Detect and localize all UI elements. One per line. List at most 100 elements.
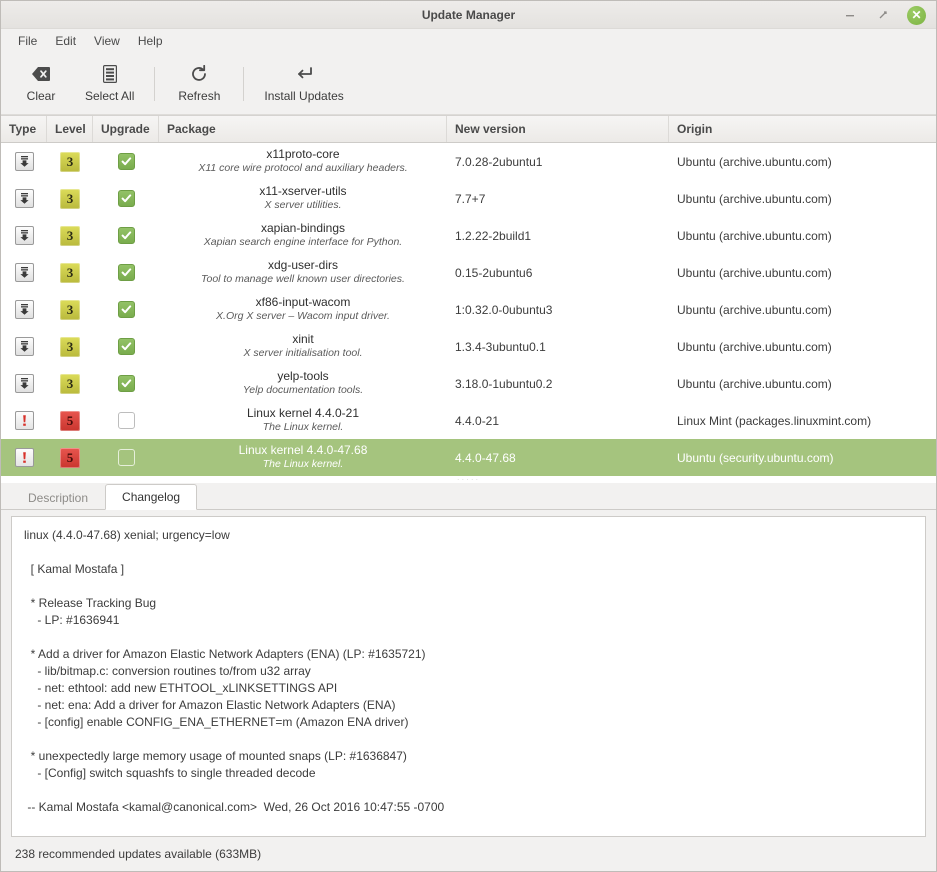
- column-header-origin[interactable]: Origin: [669, 116, 936, 142]
- table-row[interactable]: 3 x11proto-core X11 core wire protocol and…: [1, 143, 936, 180]
- cell-upgrade[interactable]: [93, 291, 159, 328]
- upgrade-checkbox[interactable]: [117, 190, 135, 207]
- table-row[interactable]: 3 xf86-input-wacom X.Org X server – Wacom …: [1, 291, 936, 328]
- status-bar-text: 238 recommended updates available (633MB…: [15, 847, 262, 861]
- package-name: x11-xserver-utils: [259, 184, 347, 199]
- cell-package: xinit X server initialisation tool.: [159, 328, 447, 365]
- cell-upgrade[interactable]: [93, 402, 159, 439]
- cell-type: [1, 143, 47, 180]
- select-all-button[interactable]: Select All: [75, 60, 144, 107]
- cell-new-version: 1:0.32.0-0ubuntu3: [447, 291, 669, 328]
- table-header-row: Type Level Upgrade Package New version O…: [1, 116, 936, 143]
- upgrade-checkbox[interactable]: [117, 264, 135, 281]
- package-name: xinit: [292, 332, 314, 347]
- clear-button-label: Clear: [26, 89, 56, 103]
- cell-package: Linux kernel 4.4.0-21 The Linux kernel.: [159, 402, 447, 439]
- new-version-text: 7.0.28-2ubuntu1: [455, 154, 543, 169]
- column-header-new-version[interactable]: New version: [447, 116, 669, 142]
- cell-upgrade[interactable]: [93, 143, 159, 180]
- cell-origin: Ubuntu (archive.ubuntu.com): [669, 254, 936, 291]
- upgrade-checkbox[interactable]: [117, 449, 135, 466]
- package-name: x11proto-core: [266, 147, 340, 162]
- upgrade-checkbox[interactable]: [117, 301, 135, 318]
- cell-level: 3: [47, 365, 93, 402]
- package-name: Linux kernel 4.4.0-47.68: [238, 443, 368, 458]
- cell-type: [1, 217, 47, 254]
- menu-item-view[interactable]: View: [85, 31, 129, 51]
- refresh-button[interactable]: Refresh: [165, 60, 233, 107]
- column-header-upgrade[interactable]: Upgrade: [93, 116, 159, 142]
- close-icon[interactable]: ✕: [907, 5, 926, 25]
- cell-new-version: 1.3.4-3ubuntu0.1: [447, 328, 669, 365]
- column-header-type[interactable]: Type: [1, 116, 47, 142]
- menu-item-help[interactable]: Help: [129, 31, 172, 51]
- level-badge: 3: [60, 188, 80, 209]
- upgrade-checkbox[interactable]: [117, 375, 135, 392]
- cell-package: x11-xserver-utils X server utilities.: [159, 180, 447, 217]
- package-name: Linux kernel 4.4.0-21: [246, 406, 360, 421]
- updates-table: Type Level Upgrade Package New version O…: [1, 115, 936, 483]
- table-row[interactable]: 3 xapian-bindings Xapian search engine int…: [1, 217, 936, 254]
- cell-upgrade[interactable]: [93, 254, 159, 291]
- cell-origin: Ubuntu (archive.ubuntu.com): [669, 365, 936, 402]
- cell-upgrade[interactable]: [93, 328, 159, 365]
- changelog-panel[interactable]: linux (4.4.0-47.68) xenial; urgency=low …: [11, 516, 926, 837]
- menu-item-edit[interactable]: Edit: [46, 31, 85, 51]
- package-description: X server initialisation tool.: [243, 347, 363, 360]
- upgrade-checkbox[interactable]: [117, 338, 135, 355]
- refresh-circular-arrow-icon: [190, 64, 208, 84]
- download-icon: [14, 374, 34, 393]
- minimize-icon[interactable]: [841, 6, 859, 24]
- table-partial-row-indicator: ·····: [1, 475, 936, 483]
- refresh-button-label: Refresh: [178, 89, 221, 103]
- cell-upgrade[interactable]: [93, 217, 159, 254]
- table-row[interactable]: 3 xinit X server initialisation tool. 1.3.4…: [1, 328, 936, 365]
- upgrade-checkbox[interactable]: [117, 153, 135, 170]
- window-controls: ✕: [841, 1, 926, 29]
- tab-changelog[interactable]: Changelog: [105, 484, 198, 510]
- download-icon: [14, 189, 34, 208]
- level-badge: 3: [60, 373, 80, 394]
- cell-upgrade[interactable]: [93, 365, 159, 402]
- cell-package: xf86-input-wacom X.Org X server – Wacom i…: [159, 291, 447, 328]
- cell-upgrade[interactable]: [93, 180, 159, 217]
- clear-button[interactable]: Clear: [7, 60, 75, 107]
- new-version-text: 4.4.0-21: [455, 413, 500, 428]
- upgrade-checkbox[interactable]: [117, 412, 135, 429]
- partial-row-dots: ·····: [456, 475, 481, 483]
- origin-text: Ubuntu (archive.ubuntu.com): [677, 154, 832, 169]
- cell-type: [1, 291, 47, 328]
- table-row[interactable]: 3 x11-xserver-utils X server utilities. 7.7…: [1, 180, 936, 217]
- toolbar: Clear Select All Refresh Install Updates: [1, 53, 936, 115]
- column-header-package[interactable]: Package: [159, 116, 447, 142]
- toolbar-separator-1: [154, 66, 156, 101]
- package-name: xapian-bindings: [260, 221, 346, 236]
- detail-tabs: Description Changelog: [1, 483, 936, 510]
- menu-item-file[interactable]: File: [9, 31, 46, 51]
- install-return-arrow-icon: [295, 64, 313, 84]
- cell-level: 3: [47, 143, 93, 180]
- upgrade-checkbox[interactable]: [117, 227, 135, 244]
- table-row[interactable]: 5 Linux kernel 4.4.0-21 The Linux kernel. 4…: [1, 402, 936, 439]
- table-row[interactable]: 5 Linux kernel 4.4.0-47.68 The Linux kerne…: [1, 439, 936, 476]
- download-icon: [14, 226, 34, 245]
- table-row[interactable]: 3 xdg-user-dirs Tool to manage well known …: [1, 254, 936, 291]
- cell-upgrade[interactable]: [93, 439, 159, 476]
- cell-level: 5: [47, 402, 93, 439]
- changelog-text: linux (4.4.0-47.68) xenial; urgency=low …: [24, 528, 445, 814]
- level-badge: 3: [60, 299, 80, 320]
- cell-type: [1, 402, 47, 439]
- download-icon: [14, 152, 34, 171]
- origin-text: Ubuntu (security.ubuntu.com): [677, 450, 834, 465]
- maximize-icon[interactable]: [874, 6, 892, 24]
- toolbar-separator-2: [243, 66, 245, 101]
- table-row[interactable]: 3 yelp-tools Yelp documentation tools. 3.18…: [1, 365, 936, 402]
- install-updates-button[interactable]: Install Updates: [254, 60, 353, 107]
- download-icon: [14, 337, 34, 356]
- package-description: X11 core wire protocol and auxiliary hea…: [198, 162, 408, 175]
- menu-bar: File Edit View Help: [1, 29, 936, 53]
- tab-description[interactable]: Description: [11, 485, 105, 510]
- download-icon: [14, 263, 34, 282]
- column-header-level[interactable]: Level: [47, 116, 93, 142]
- level-badge: 3: [60, 225, 80, 246]
